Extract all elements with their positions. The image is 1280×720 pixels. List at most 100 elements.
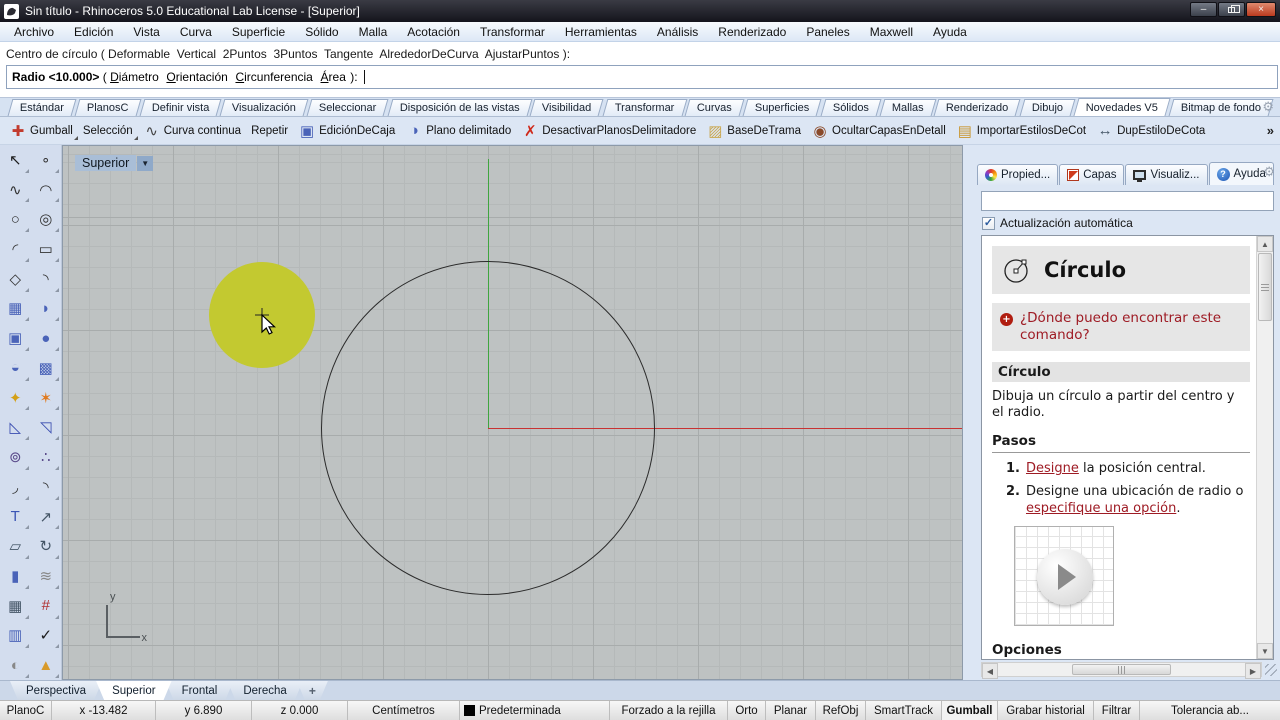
curva-continua-button[interactable]: ∿ Curva continua xyxy=(138,119,246,143)
status-layer[interactable]: Predeterminada xyxy=(460,701,610,720)
trim-tool[interactable]: ◺ xyxy=(0,412,31,442)
status-refobj[interactable]: RefObj xyxy=(816,701,866,720)
horizontal-scrollbar[interactable]: ◀ ▶ xyxy=(981,662,1262,679)
command-input[interactable]: Radio <10.000> ( Diámetro Orientación Ci… xyxy=(6,65,1278,89)
scroll-left-arrow[interactable]: ◀ xyxy=(982,663,998,679)
tab-propiedades[interactable]: Propied... xyxy=(977,164,1059,185)
importar-estilos-button[interactable]: ▤ ImportarEstilosDeCot xyxy=(951,119,1091,143)
patch-surface-tool[interactable]: ◗ xyxy=(31,294,62,324)
dup-estilo-button[interactable]: ↔ DupEstiloDeCota xyxy=(1091,119,1210,143)
status-filter[interactable]: Filtrar xyxy=(1094,701,1140,720)
menu-item[interactable]: Maxwell xyxy=(860,23,923,41)
tab-capas[interactable]: Capas xyxy=(1059,164,1125,185)
toolbar-tab[interactable]: Disposición de las vistas xyxy=(387,99,532,116)
layer-tools[interactable]: ▥ xyxy=(0,621,31,651)
restore-button[interactable] xyxy=(1218,2,1245,17)
close-button[interactable]: × xyxy=(1246,2,1276,17)
especifique-link[interactable]: especifique una opción xyxy=(1026,501,1176,516)
hscrollbar-thumb[interactable] xyxy=(1072,664,1171,675)
ellipse-tool[interactable]: ◎ xyxy=(31,204,62,234)
play-button[interactable] xyxy=(1037,548,1093,605)
menu-item[interactable]: Análisis xyxy=(647,23,708,41)
minimize-button[interactable]: – xyxy=(1190,2,1217,17)
toolbar-tab[interactable]: Visualización xyxy=(219,99,309,116)
toolbar-tab[interactable]: Curvas xyxy=(684,99,745,116)
polyline-tool[interactable]: ∿ xyxy=(0,175,31,205)
status-planoc[interactable]: PlanoC xyxy=(0,701,52,720)
point-tool[interactable]: ∘ xyxy=(31,145,62,175)
status-orto[interactable]: Orto xyxy=(728,701,766,720)
sphere-tool[interactable]: ● xyxy=(31,323,62,353)
toolbar-tab[interactable]: Estándar xyxy=(7,99,77,116)
auto-update-checkbox[interactable]: ✓ xyxy=(982,216,995,230)
menu-item[interactable]: Paneles xyxy=(796,23,859,41)
split-tool[interactable]: ◹ xyxy=(31,412,62,442)
group-tool[interactable]: ∴ xyxy=(31,442,62,472)
menu-item[interactable]: Malla xyxy=(349,23,398,41)
menu-item[interactable]: Acotación xyxy=(397,23,470,41)
rotate-tool[interactable]: ↻ xyxy=(31,531,62,561)
menu-item[interactable]: Herramientas xyxy=(555,23,647,41)
menu-item[interactable]: Sólido xyxy=(295,23,348,41)
solid-union-tool[interactable]: ▮ xyxy=(0,561,31,591)
status-y-coord[interactable]: y 6.890 xyxy=(156,701,252,720)
viewport-tab-perspectiva[interactable]: Perspectiva xyxy=(10,681,102,700)
box-tool[interactable]: ▣ xyxy=(0,323,31,353)
analyze-tool[interactable]: ▲ xyxy=(31,650,62,680)
extend-curve-tool[interactable]: ◝ xyxy=(31,472,62,502)
menu-item[interactable]: Renderizado xyxy=(708,23,796,41)
command-option[interactable]: Circunferencia xyxy=(235,70,319,84)
surface-points-tool[interactable]: ▦ xyxy=(0,294,31,324)
command-option[interactable]: Área xyxy=(321,70,350,84)
toolbar-tab[interactable]: Renderizado xyxy=(933,99,1022,116)
scrollbar-thumb[interactable] xyxy=(1258,253,1272,321)
boolean-solid-tool[interactable]: ◐ xyxy=(0,650,31,680)
join-tool[interactable]: ⊚ xyxy=(0,442,31,472)
gumball-button[interactable]: ✚ Gumball xyxy=(4,119,78,143)
scroll-up-arrow[interactable]: ▲ xyxy=(1257,236,1273,252)
array-tool[interactable]: ▦ xyxy=(0,591,31,621)
status-tolerance[interactable]: Tolerancia ab... xyxy=(1140,701,1280,720)
check-tool[interactable]: ✓ xyxy=(31,621,62,651)
plano-delimitado-button[interactable]: ◑ Plano delimitado xyxy=(400,119,516,143)
desactivar-planos-button[interactable]: ✗ DesactivarPlanosDelimitadore xyxy=(516,119,701,143)
viewport-tab-frontal[interactable]: Frontal xyxy=(166,681,234,700)
circle-tool[interactable]: ○ xyxy=(0,204,31,234)
toolbar-tab[interactable]: Transformar xyxy=(602,99,687,116)
menu-item[interactable]: Transformar xyxy=(470,23,555,41)
status-z-coord[interactable]: z 0.000 xyxy=(252,701,348,720)
toolbar-tab[interactable]: Mallas xyxy=(879,99,936,116)
status-record-history[interactable]: Grabar historial xyxy=(998,701,1094,720)
surface-grid-tool[interactable]: ▩ xyxy=(31,353,62,383)
viewport-superior[interactable]: Superior ▼ y x xyxy=(62,145,963,680)
status-units[interactable]: Centímetros xyxy=(348,701,460,720)
fillet-corner-tool[interactable]: ◝ xyxy=(31,264,62,294)
status-grid-snap[interactable]: Forzado a la rejilla xyxy=(610,701,728,720)
viewport-tab-add[interactable]: + xyxy=(297,681,328,700)
select-tool[interactable]: ↖ xyxy=(0,145,31,175)
lights-tool[interactable]: ≋ xyxy=(31,561,62,591)
explode-tool[interactable]: ✶ xyxy=(31,383,62,413)
toolbar-tab[interactable]: Seleccionar xyxy=(306,99,390,116)
fillet-curve-tool[interactable]: ◞ xyxy=(0,472,31,502)
ocultar-capas-button[interactable]: ◉ OcultarCapasEnDetall xyxy=(806,119,951,143)
gear-icon[interactable]: ⚙ xyxy=(1263,164,1275,180)
boolean-curve-tool[interactable]: ✦ xyxy=(0,383,31,413)
viewport-menu-caret[interactable]: ▼ xyxy=(137,155,154,171)
base-de-trama-button[interactable]: ▨ BaseDeTrama xyxy=(701,119,806,143)
designe-link[interactable]: Designe xyxy=(1026,461,1079,476)
status-smarttrack[interactable]: SmartTrack xyxy=(866,701,942,720)
command-option[interactable]: Orientación xyxy=(166,70,234,84)
tab-visualizacion[interactable]: Visualiz... xyxy=(1125,164,1208,185)
section-tool[interactable]: # xyxy=(31,591,62,621)
toolbar-tab[interactable]: Novedades V5 xyxy=(1073,98,1171,116)
command-option[interactable]: Diámetro xyxy=(110,70,165,84)
scroll-right-arrow[interactable]: ▶ xyxy=(1245,663,1261,679)
edicion-de-caja-button[interactable]: ▣ EdiciónDeCaja xyxy=(293,119,400,143)
menu-item[interactable]: Ayuda xyxy=(923,23,977,41)
scale-tool[interactable]: ↗ xyxy=(31,502,62,532)
panel-splitter[interactable] xyxy=(963,145,975,680)
curve-interpolate-tool[interactable]: ◠ xyxy=(31,175,62,205)
menu-item[interactable]: Edición xyxy=(64,23,123,41)
viewport-tab-superior[interactable]: Superior xyxy=(96,681,171,700)
